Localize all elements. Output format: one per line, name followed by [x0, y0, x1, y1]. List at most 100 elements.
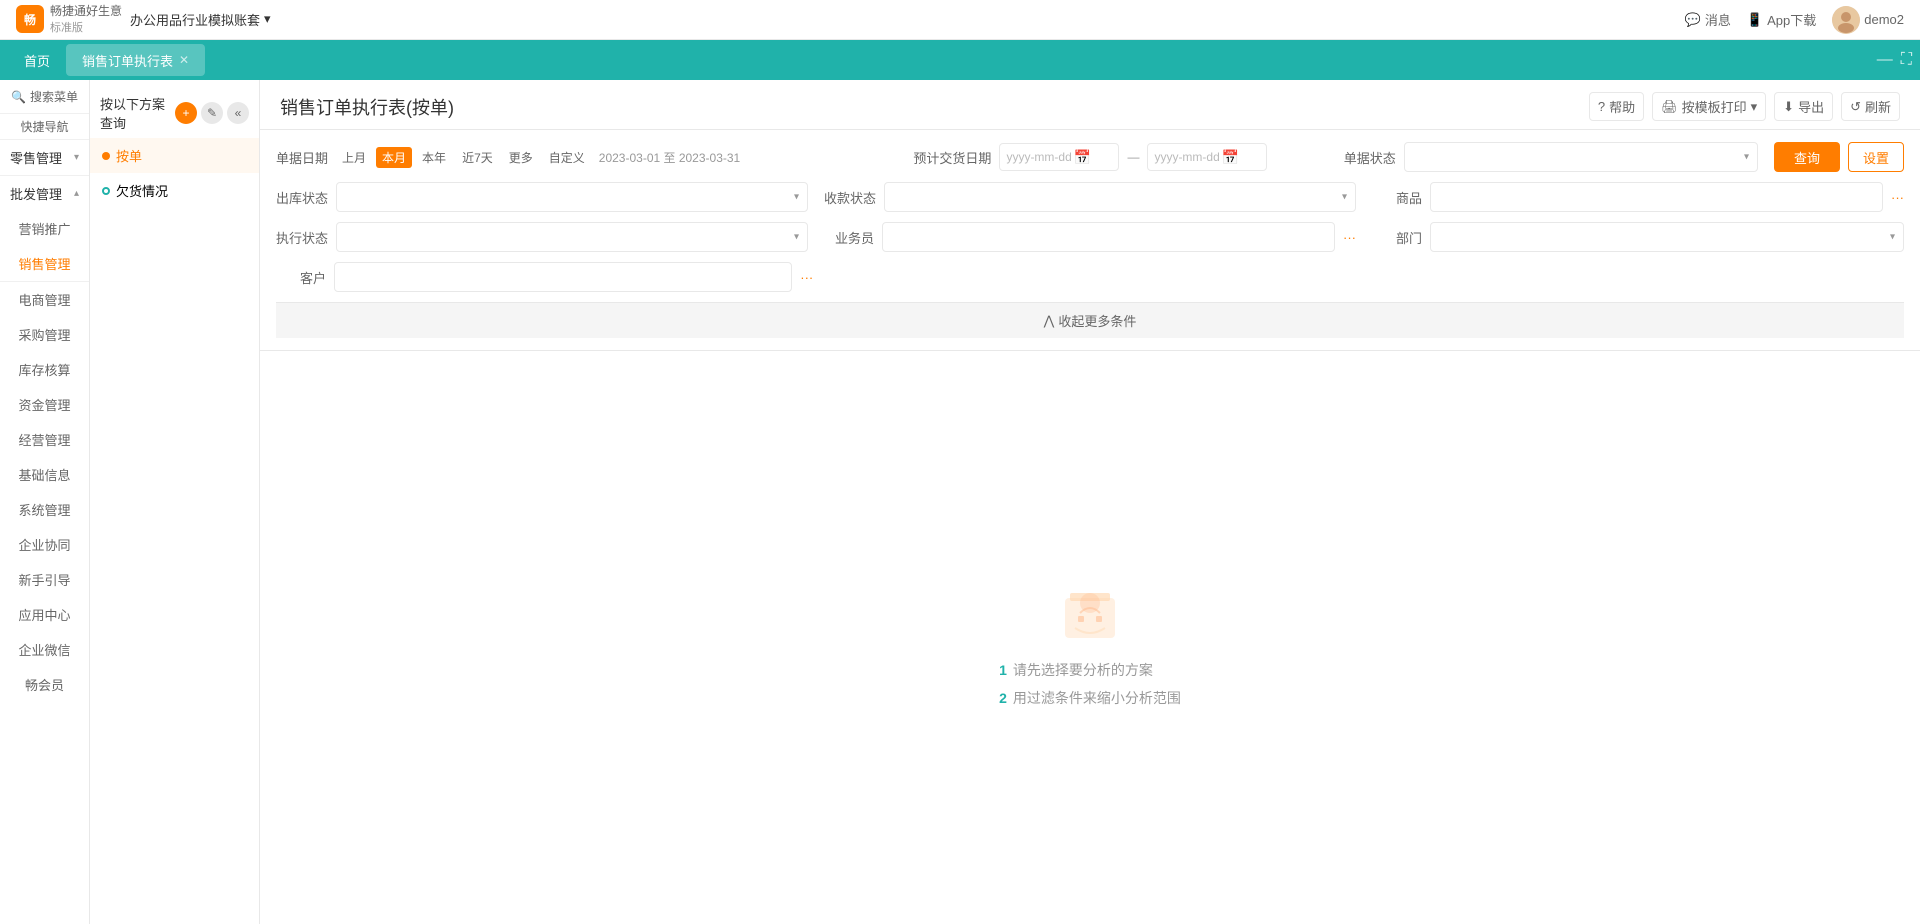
empty-illustration	[1050, 568, 1130, 648]
sidebar-item-retail[interactable]: 零售管理 ▾	[0, 140, 89, 175]
search-icon: 🔍	[11, 90, 26, 104]
scheme-item-shortage[interactable]: 欠货情况	[90, 173, 259, 208]
empty-text-2: 用过滤条件来缩小分析范围	[1013, 688, 1181, 708]
sidebar-item-wholesale[interactable]: 批发管理 ▴	[0, 176, 89, 211]
sidebar-retail-label: 零售管理	[10, 148, 62, 167]
sidebar-item-appstore[interactable]: 应用中心	[0, 597, 89, 632]
product-more-icon[interactable]: ···	[1891, 190, 1904, 205]
receive-status-select[interactable]: ▾	[884, 182, 1356, 212]
sidebar-item-operation[interactable]: 经营管理	[0, 422, 89, 457]
tab-bar-actions: — ⛶	[1877, 51, 1912, 69]
page-actions: ? 帮助 🖨 按模板打印 ▾ ⬇ 导出 ↺ 刷新	[1589, 92, 1900, 121]
expected-date-group: 预计交货日期 yyyy-mm-dd 📅 — yyyy-mm-dd 📅	[913, 143, 1327, 171]
sidebar-quick-nav[interactable]: 快捷导航	[0, 114, 89, 140]
sidebar-item-basic[interactable]: 基础信息	[0, 457, 89, 492]
empty-text-group: 1 请先选择要分析的方案 2 用过滤条件来缩小分析范围	[999, 660, 1181, 708]
sidebar-item-finance[interactable]: 资金管理	[0, 387, 89, 422]
refresh-button[interactable]: ↺ 刷新	[1841, 92, 1900, 121]
add-scheme-button[interactable]: +	[175, 102, 197, 124]
sidebar-item-wechat[interactable]: 企业微信	[0, 632, 89, 667]
salesperson-more-icon[interactable]: ···	[1343, 230, 1356, 245]
sidebar-item-member[interactable]: 畅会员	[0, 667, 89, 702]
help-button[interactable]: ? 帮助	[1589, 92, 1644, 121]
date-tab-7days[interactable]: 近7天	[456, 147, 499, 168]
message-button[interactable]: 💬 消息	[1685, 10, 1731, 29]
date-tab-custom[interactable]: 自定义	[543, 147, 591, 168]
edit-scheme-button[interactable]: ✎	[201, 102, 223, 124]
calendar-icon-1: 📅	[1074, 149, 1091, 166]
status-label: 单据状态	[1344, 148, 1396, 167]
sidebar-operation-label: 经营管理	[18, 433, 70, 448]
filter-row-3: 执行状态 ▾ 业务员 ··· 部门	[276, 222, 1904, 252]
customer-label: 客户	[276, 268, 326, 287]
logo-symbol: 畅	[24, 11, 36, 28]
message-icon: 💬	[1685, 12, 1701, 28]
dept-select-input[interactable]	[1431, 226, 1903, 249]
tab-home-label: 首页	[24, 51, 50, 70]
sidebar-item-enterprise[interactable]: 企业协同	[0, 527, 89, 562]
user-menu[interactable]: demo2	[1832, 6, 1904, 34]
status-select-input[interactable]	[1405, 146, 1757, 169]
tab-home[interactable]: 首页	[8, 44, 66, 76]
out-status-select[interactable]: ▾	[336, 182, 808, 212]
sidebar-wechat-label: 企业微信	[18, 643, 70, 658]
sidebar-item-marketing[interactable]: 营销推广	[0, 211, 89, 246]
avatar-image	[1832, 6, 1860, 34]
template-print-button[interactable]: 🖨 按模板打印 ▾	[1652, 92, 1766, 121]
empty-num-1: 1	[999, 662, 1007, 678]
expected-date-end-input[interactable]: yyyy-mm-dd 📅	[1147, 143, 1267, 171]
print-icon: 🖨	[1661, 99, 1678, 115]
tab-minimize-button[interactable]: —	[1877, 51, 1893, 69]
customer-more-icon[interactable]: ···	[800, 270, 813, 285]
collapse-filter-button[interactable]: ⋀ 收起更多条件	[276, 302, 1904, 338]
tab-close-icon[interactable]: ✕	[179, 53, 189, 67]
sidebar-item-inventory[interactable]: 库存核算	[0, 352, 89, 387]
receive-status-select-input[interactable]	[885, 186, 1355, 209]
customer-input[interactable]	[334, 262, 792, 292]
expected-date-placeholder1: yyyy-mm-dd	[1006, 150, 1071, 164]
exec-status-select-input[interactable]	[337, 226, 807, 249]
app-download-button[interactable]: 📱 App下载	[1747, 10, 1816, 29]
sidebar-item-purchase[interactable]: 采购管理	[0, 317, 89, 352]
product-input[interactable]	[1430, 182, 1883, 212]
sidebar-retail-arrow-icon: ▾	[74, 152, 79, 163]
sidebar-member-label: 畅会员	[25, 678, 64, 693]
salesperson-input[interactable]	[882, 222, 1335, 252]
sidebar-item-newbie[interactable]: 新手引导	[0, 562, 89, 597]
page-header: 销售订单执行表(按单) ? 帮助 🖨 按模板打印 ▾ ⬇ 导出	[260, 80, 1920, 130]
exec-status-select[interactable]: ▾	[336, 222, 808, 252]
query-action-group: 查询 设置	[1774, 142, 1904, 172]
top-bar-right: 💬 消息 📱 App下载 demo2	[1685, 6, 1904, 34]
expected-date-start-input[interactable]: yyyy-mm-dd 📅	[999, 143, 1119, 171]
sidebar-appstore-label: 应用中心	[18, 608, 70, 623]
salesperson-group: 业务员 ···	[824, 222, 1356, 252]
sidebar-item-system[interactable]: 系统管理	[0, 492, 89, 527]
date-tab-more[interactable]: 更多	[503, 147, 539, 168]
sidebar-group-retail: 零售管理 ▾	[0, 140, 89, 176]
date-tab-this-year[interactable]: 本年	[416, 147, 452, 168]
date-tab-last-month[interactable]: 上月	[336, 147, 372, 168]
left-panel-header: 按以下方案查询 + ✎ «	[90, 88, 259, 138]
dept-select[interactable]: ▾	[1430, 222, 1904, 252]
settings-button[interactable]: 设置	[1848, 142, 1904, 172]
tab-expand-button[interactable]: ⛶	[1901, 51, 1912, 69]
sidebar-item-sales[interactable]: 销售管理	[0, 246, 89, 281]
exec-status-group: 执行状态 ▾	[276, 222, 808, 252]
empty-num-2: 2	[999, 690, 1007, 706]
query-button[interactable]: 查询	[1774, 142, 1840, 172]
tab-sales-exec[interactable]: 销售订单执行表 ✕	[66, 44, 205, 76]
empty-text-1: 请先选择要分析的方案	[1013, 660, 1153, 680]
sidebar-search[interactable]: 🔍 搜索菜单	[0, 80, 89, 114]
sidebar-item-ecommerce[interactable]: 电商管理	[0, 282, 89, 317]
date-tab-this-month[interactable]: 本月	[376, 147, 412, 168]
collapse-filter-label: 收起更多条件	[1058, 311, 1136, 330]
empty-line-1: 1 请先选择要分析的方案	[999, 660, 1181, 680]
scheme-item-single[interactable]: 按单	[90, 138, 259, 173]
status-select[interactable]: ▾	[1404, 142, 1758, 172]
export-button[interactable]: ⬇ 导出	[1774, 92, 1833, 121]
collapse-panel-button[interactable]: «	[227, 102, 249, 124]
out-status-select-input[interactable]	[337, 186, 807, 209]
top-bar: 畅 畅捷通好生意 标准版 办公用品行业模拟账套 ▾ 💬 消息 📱 App下载	[0, 0, 1920, 40]
sidebar-quick-nav-label: 快捷导航	[20, 118, 68, 135]
template-print-label: 按模板打印	[1682, 97, 1747, 116]
